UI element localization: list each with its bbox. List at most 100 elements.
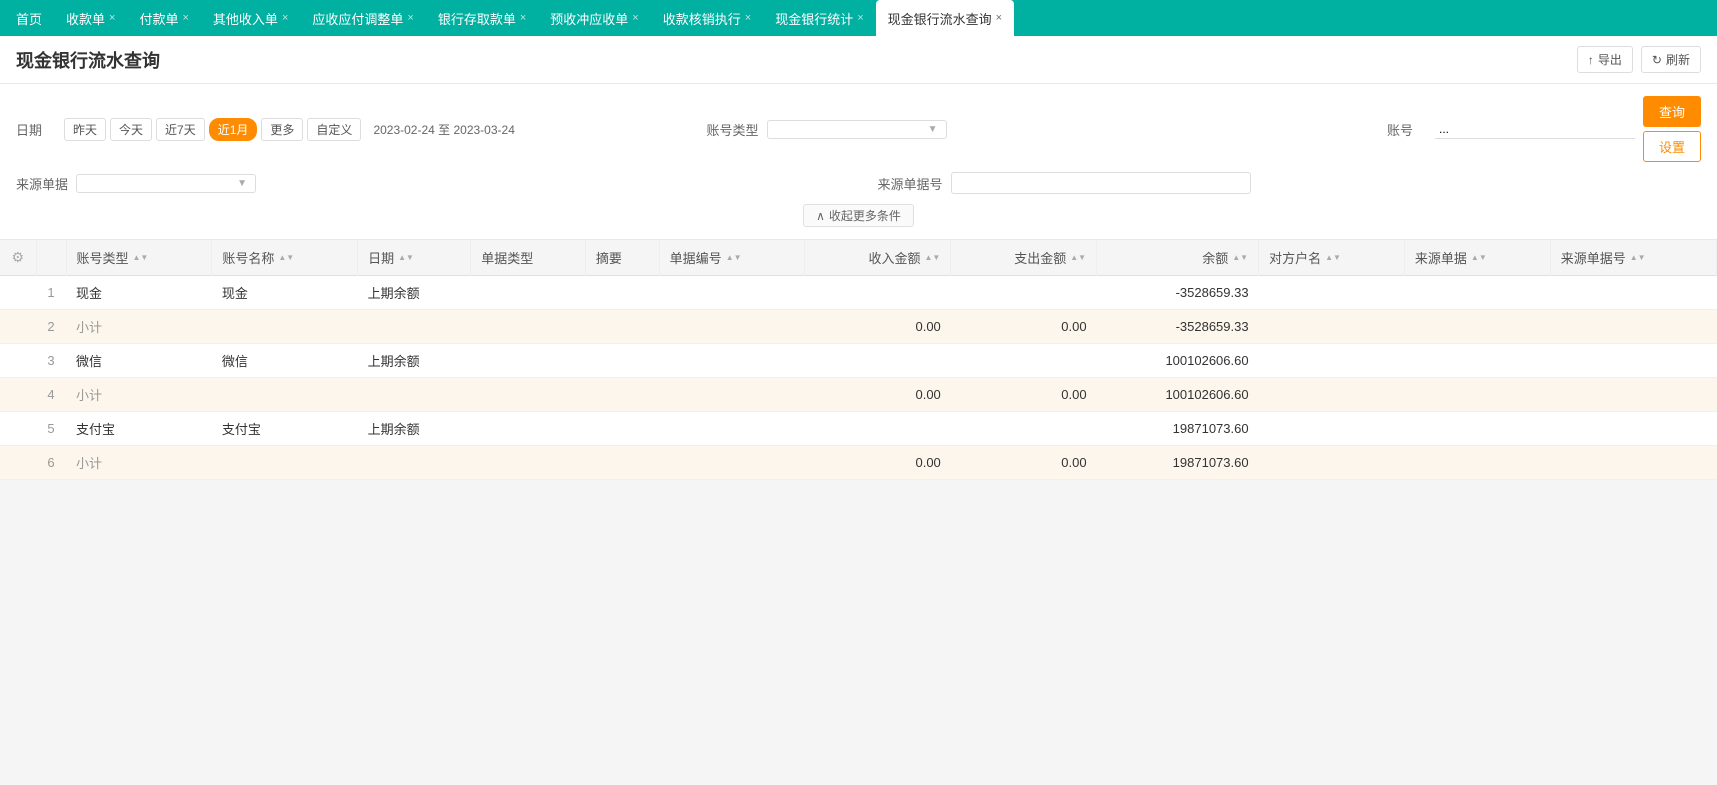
cell-source-doc-no xyxy=(1550,446,1716,480)
account-label: 账号 xyxy=(1387,120,1427,139)
collapse-row: ∧ 收起更多条件 xyxy=(16,204,1701,227)
sort-icon-source-doc-no: ▲▼ xyxy=(1630,254,1646,262)
cell-source-doc xyxy=(1404,378,1550,412)
th-expense[interactable]: 支出金额 ▲▼ xyxy=(951,240,1097,276)
th-settings[interactable]: ⚙ xyxy=(0,240,36,276)
table-row[interactable]: 5 支付宝 支付宝 上期余额 19871073.60 xyxy=(0,412,1717,446)
table-row[interactable]: 4 小计 0.00 0.00 100102606.60 xyxy=(0,378,1717,412)
th-num xyxy=(36,240,66,276)
cell-date xyxy=(358,446,471,480)
cell-source-doc xyxy=(1404,344,1550,378)
cell-counterparty xyxy=(1259,276,1405,310)
nav-close-adjustment[interactable]: × xyxy=(407,12,413,24)
th-summary: 摘要 xyxy=(585,240,659,276)
nav-close-writeoff[interactable]: × xyxy=(745,12,751,24)
account-input[interactable] xyxy=(1435,120,1635,139)
nav-item-home[interactable]: 首页 xyxy=(4,0,54,36)
th-balance[interactable]: 余额 ▲▼ xyxy=(1097,240,1259,276)
nav-close-prepayment[interactable]: × xyxy=(632,12,638,24)
th-date[interactable]: 日期 ▲▼ xyxy=(358,240,471,276)
th-income[interactable]: 收入金额 ▲▼ xyxy=(805,240,951,276)
date-btn-custom[interactable]: 自定义 xyxy=(307,118,361,141)
nav-item-prepayment[interactable]: 预收冲应收单 × xyxy=(538,0,650,36)
date-btn-more[interactable]: 更多 xyxy=(261,118,303,141)
cell-num: 5 xyxy=(36,412,66,446)
table-row[interactable]: 3 微信 微信 上期余额 100102606.60 xyxy=(0,344,1717,378)
nav-close-other-income[interactable]: × xyxy=(282,12,288,24)
nav-item-other-income[interactable]: 其他收入单 × xyxy=(201,0,300,36)
nav-item-bank-stats[interactable]: 现金银行统计 × xyxy=(763,0,875,36)
th-source-doc[interactable]: 来源单据 ▲▼ xyxy=(1404,240,1550,276)
cell-balance: -3528659.33 xyxy=(1097,276,1259,310)
cell-doc-type xyxy=(471,412,586,446)
cell-counterparty xyxy=(1259,446,1405,480)
sort-icon-balance: ▲▼ xyxy=(1232,254,1248,262)
nav-label-home: 首页 xyxy=(16,9,42,28)
th-counterparty[interactable]: 对方户名 ▲▼ xyxy=(1259,240,1405,276)
nav-close-bank-flow[interactable]: × xyxy=(996,12,1002,24)
sort-icon-expense: ▲▼ xyxy=(1070,254,1086,262)
nav-item-receipt[interactable]: 收款单 × xyxy=(54,0,127,36)
cell-doc-type xyxy=(471,276,586,310)
account-type-label: 账号类型 xyxy=(707,120,759,139)
nav-close-bank-deposit[interactable]: × xyxy=(520,12,526,24)
nav-item-bank-deposit[interactable]: 银行存取款单 × xyxy=(426,0,538,36)
nav-close-receipt[interactable]: × xyxy=(109,12,115,24)
account-type-select[interactable]: ▼ xyxy=(767,120,947,139)
cell-settings xyxy=(0,310,36,344)
cell-account-type: 支付宝 xyxy=(66,412,212,446)
date-btn-1month[interactable]: 近1月 xyxy=(209,118,258,141)
chevron-down-icon-2: ▼ xyxy=(237,178,247,189)
export-button[interactable]: ↑ 导出 xyxy=(1577,46,1633,73)
cell-num: 2 xyxy=(36,310,66,344)
th-source-doc-no[interactable]: 来源单据号 ▲▼ xyxy=(1550,240,1716,276)
refresh-button[interactable]: ↻ 刷新 xyxy=(1641,46,1701,73)
nav-close-payment[interactable]: × xyxy=(182,12,188,24)
cell-summary xyxy=(585,412,659,446)
table-header: ⚙ 账号类型 ▲▼ 账号名称 ▲▼ 日期 xyxy=(0,240,1717,276)
nav-label-adjustment: 应收应付调整单 xyxy=(312,9,403,28)
nav-item-writeoff[interactable]: 收款核销执行 × xyxy=(651,0,763,36)
nav-label-prepayment: 预收冲应收单 xyxy=(550,9,628,28)
cell-account-name: 微信 xyxy=(212,344,358,378)
cell-account-type: 微信 xyxy=(66,344,212,378)
th-account-type[interactable]: 账号类型 ▲▼ xyxy=(66,240,212,276)
date-btn-today[interactable]: 今天 xyxy=(110,118,152,141)
nav-item-adjustment[interactable]: 应收应付调整单 × xyxy=(300,0,425,36)
cell-num: 3 xyxy=(36,344,66,378)
cell-account-type: 现金 xyxy=(66,276,212,310)
settings-button[interactable]: 设置 xyxy=(1643,131,1701,162)
collapse-button[interactable]: ∧ 收起更多条件 xyxy=(803,204,914,227)
cell-expense xyxy=(951,344,1097,378)
cell-account-type: 小计 xyxy=(66,310,212,344)
cell-balance: 100102606.60 xyxy=(1097,344,1259,378)
date-btn-yesterday[interactable]: 昨天 xyxy=(64,118,106,141)
gear-icon[interactable]: ⚙ xyxy=(11,249,24,265)
query-button[interactable]: 查询 xyxy=(1643,96,1701,127)
source-doc-select[interactable]: ▼ xyxy=(76,174,256,193)
cell-num: 6 xyxy=(36,446,66,480)
th-account-name[interactable]: 账号名称 ▲▼ xyxy=(212,240,358,276)
cell-expense: 0.00 xyxy=(951,310,1097,344)
date-btn-7days[interactable]: 近7天 xyxy=(156,118,205,141)
nav-item-bank-flow[interactable]: 现金银行流水查询 × xyxy=(876,0,1014,36)
source-doc-no-input[interactable] xyxy=(951,172,1251,194)
table-row[interactable]: 1 现金 现金 上期余额 -3528659.33 xyxy=(0,276,1717,310)
chevron-up-icon: ∧ xyxy=(816,209,825,223)
account-type-filter-group: 账号类型 ▼ xyxy=(707,120,1360,139)
table-row[interactable]: 2 小计 0.00 0.00 -3528659.33 xyxy=(0,310,1717,344)
cell-doc-no xyxy=(659,412,805,446)
date-buttons: 昨天 今天 近7天 近1月 更多 自定义 xyxy=(64,118,361,141)
table-row[interactable]: 6 小计 0.00 0.00 19871073.60 xyxy=(0,446,1717,480)
th-doc-no[interactable]: 单据编号 ▲▼ xyxy=(659,240,805,276)
cell-account-name: 支付宝 xyxy=(212,412,358,446)
cell-source-doc xyxy=(1404,310,1550,344)
cell-account-type: 小计 xyxy=(66,378,212,412)
cell-expense: 0.00 xyxy=(951,446,1097,480)
export-icon: ↑ xyxy=(1588,53,1594,67)
cell-counterparty xyxy=(1259,378,1405,412)
cell-doc-type xyxy=(471,344,586,378)
nav-item-payment[interactable]: 付款单 × xyxy=(127,0,200,36)
nav-close-bank-stats[interactable]: × xyxy=(857,12,863,24)
cell-settings xyxy=(0,276,36,310)
